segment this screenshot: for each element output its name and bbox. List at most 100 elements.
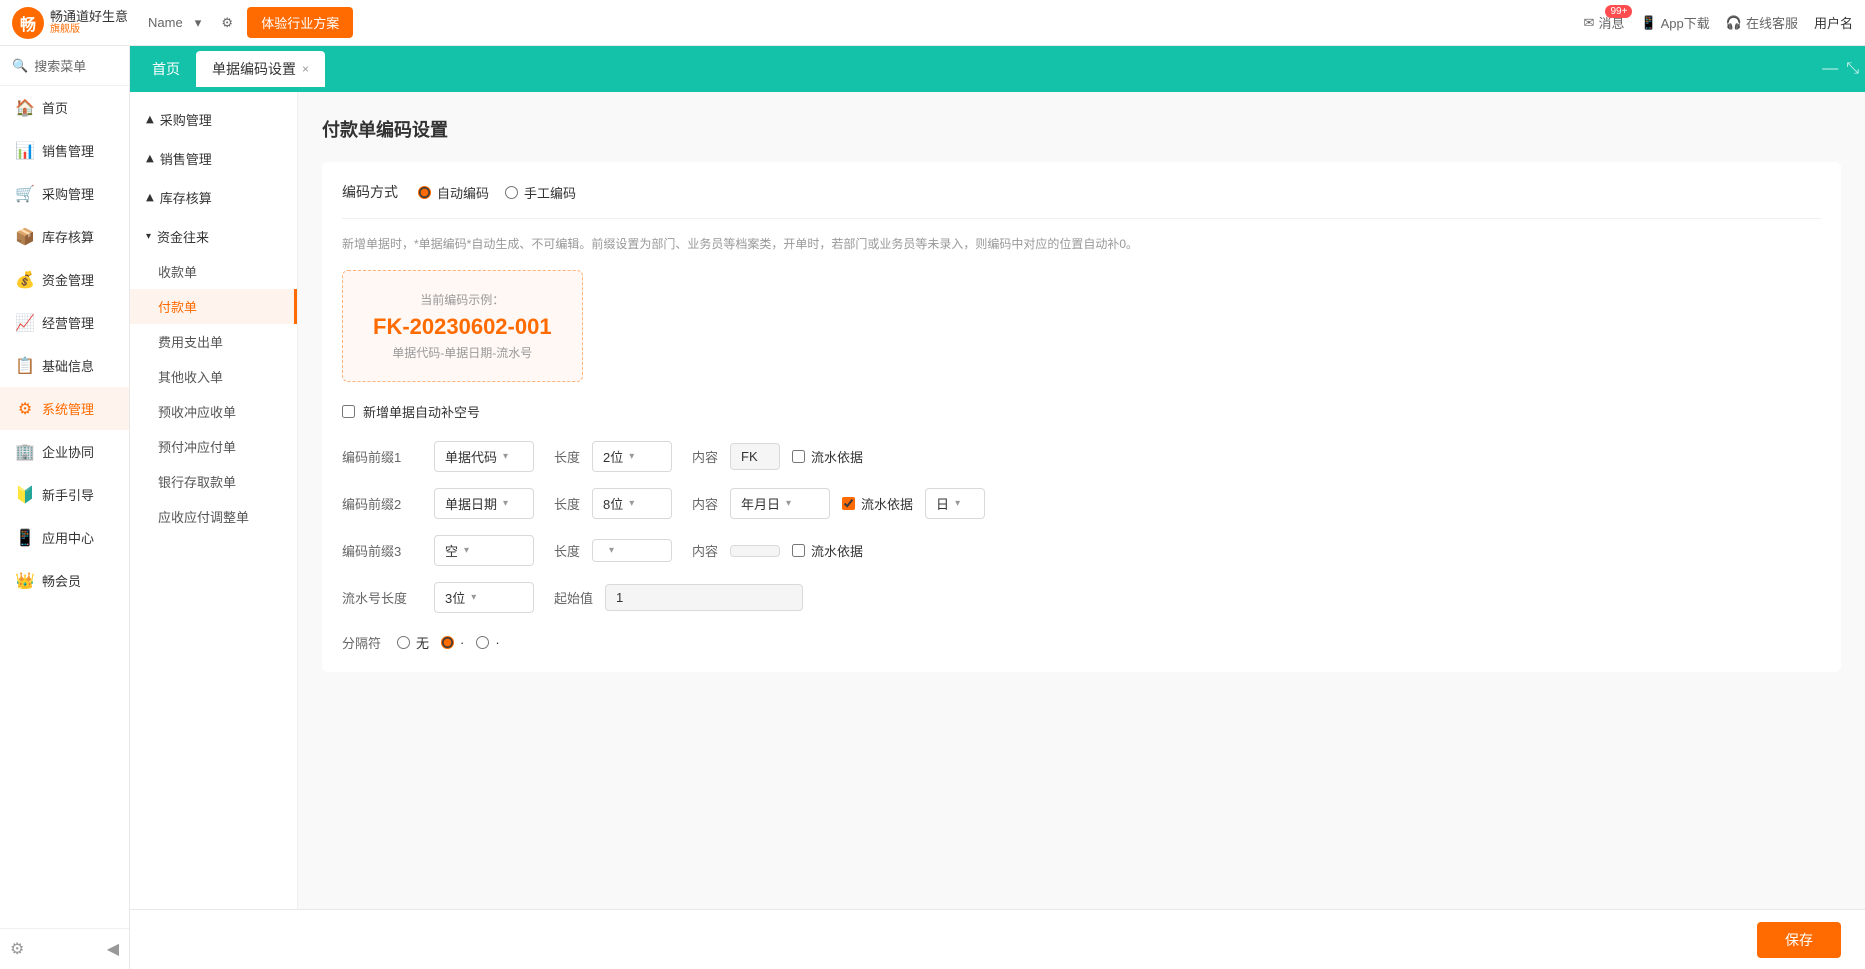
main-page: 付款单编码设置 编码方式 自动编码 手工编码	[298, 92, 1865, 909]
chevron-inventory-icon: ▶	[144, 194, 155, 202]
tab-maximize-button[interactable]: ⤡	[1846, 60, 1859, 78]
prefix2-length-chevron-icon: ▾	[629, 498, 634, 509]
sidebar-item-inventory[interactable]: 📦 库存核算	[0, 215, 129, 258]
serial-length-chevron-icon: ▾	[471, 592, 476, 603]
sep-dash-option[interactable]: ·	[476, 635, 499, 650]
prefix2-serial-checkbox[interactable]: 流水依据	[842, 494, 913, 513]
sidebar-item-enterprise[interactable]: 🏢 企业协同	[0, 430, 129, 473]
tab-close-button[interactable]: ×	[302, 62, 309, 76]
sidebar-item-operations[interactable]: 📈 经营管理	[0, 301, 129, 344]
sep-dot-option[interactable]: ·	[441, 635, 464, 650]
sub-nav-finance-header[interactable]: ▾ 资金往来	[130, 219, 297, 254]
sub-nav-group-purchase: ▶ 采购管理	[130, 102, 297, 137]
logo-text: 畅通道好生意 旗舰版	[50, 9, 128, 37]
logo: 畅 畅通道好生意 旗舰版	[12, 7, 128, 39]
sidebar-collapse-button[interactable]: ◀	[107, 939, 119, 959]
prefix1-content-label: 内容	[692, 447, 718, 466]
serial-length-select[interactable]: 3位 ▾	[434, 582, 534, 613]
sidebar-item-home[interactable]: 🏠 首页	[0, 86, 129, 129]
app-download-button[interactable]: 📱 App下载	[1640, 13, 1709, 32]
sidebar-settings-button[interactable]: ⚙	[10, 939, 24, 959]
online-service-button[interactable]: 🎧 在线客服	[1726, 13, 1798, 32]
sub-nav-receipt[interactable]: 收款单	[130, 254, 297, 289]
breadcrumb-dropdown[interactable]: ▾	[189, 13, 208, 33]
separator-options: 无 · ·	[397, 633, 500, 652]
system-icon: ⚙	[16, 400, 34, 418]
auto-fill-row: 新增单据自动补空号	[342, 402, 1821, 421]
prefix3-content-label: 内容	[692, 541, 718, 560]
sub-nav-prepay-recv[interactable]: 预收冲应收单	[130, 394, 297, 429]
message-badge: 99+	[1605, 5, 1632, 18]
prefix1-serial-input[interactable]	[792, 450, 805, 463]
sep-dot-radio[interactable]	[441, 636, 454, 649]
prefix1-select[interactable]: 单据代码 ▾	[434, 441, 534, 472]
bottom-bar: 保存	[130, 909, 1865, 969]
chevron-finance-icon: ▾	[146, 231, 151, 242]
tab-encoding-settings[interactable]: 单据编码设置 ×	[196, 51, 325, 87]
auto-fill-checkbox[interactable]	[342, 405, 355, 418]
prefix1-length-select[interactable]: 2位 ▾	[592, 441, 672, 472]
sidebar-item-member[interactable]: 👑 畅会员	[0, 559, 129, 602]
sub-nav-payment[interactable]: 付款单	[130, 289, 297, 324]
prefix2-serial-input[interactable]	[842, 497, 855, 510]
prefix3-length-select[interactable]: ▾	[592, 539, 672, 562]
message-button[interactable]: ✉ 消息 99+	[1584, 13, 1625, 32]
sidebar-item-finance[interactable]: 💰 资金管理	[0, 258, 129, 301]
sidebar-item-guide[interactable]: 🔰 新手引导	[0, 473, 129, 516]
prefix3-select[interactable]: 空 ▾	[434, 535, 534, 566]
sub-nav-ap-adjust[interactable]: 应收应付调整单	[130, 499, 297, 534]
manual-code-radio[interactable]: 手工编码	[505, 183, 576, 202]
prefix2-content-select[interactable]: 年月日 ▾	[730, 488, 830, 519]
search-menu[interactable]: 🔍 搜索菜单	[0, 46, 129, 86]
sub-nav-expense[interactable]: 费用支出单	[130, 324, 297, 359]
sub-nav-inventory-header[interactable]: ▶ 库存核算	[130, 180, 297, 215]
sidebar-item-basic[interactable]: 📋 基础信息	[0, 344, 129, 387]
breadcrumb: Name ▾ ⚙ 体验行业方案	[148, 7, 353, 38]
sidebar-item-sales[interactable]: 📊 销售管理	[0, 129, 129, 172]
inventory-icon: 📦	[16, 228, 34, 246]
prefix1-serial-checkbox[interactable]: 流水依据	[792, 447, 863, 466]
settings-card: 编码方式 自动编码 手工编码	[322, 162, 1841, 672]
sub-nav-income[interactable]: 其他收入单	[130, 359, 297, 394]
sep-none-option[interactable]: 无	[397, 633, 429, 652]
sub-nav-sales-header[interactable]: ▶ 销售管理	[130, 141, 297, 176]
home-icon: 🏠	[16, 99, 34, 117]
service-icon: 🎧	[1726, 15, 1742, 31]
prefix3-serial-checkbox[interactable]: 流水依据	[792, 541, 863, 560]
auto-code-radio[interactable]: 自动编码	[418, 183, 489, 202]
sep-none-radio[interactable]	[397, 636, 410, 649]
tab-minimize-button[interactable]: —	[1822, 60, 1838, 78]
sidebar-item-system[interactable]: ⚙ 系统管理	[0, 387, 129, 430]
username[interactable]: 用户名	[1814, 13, 1853, 32]
sub-nav-bank[interactable]: 银行存取款单	[130, 464, 297, 499]
sidebar-item-purchase[interactable]: 🛒 采购管理	[0, 172, 129, 215]
prefix1-content-value: FK	[730, 443, 780, 470]
prefix2-select[interactable]: 单据日期 ▾	[434, 488, 534, 519]
prefix2-row: 编码前缀2 单据日期 ▾ 长度 8位 ▾ 内容 年月日	[342, 488, 1821, 519]
prefix2-unit-chevron-icon: ▾	[955, 498, 960, 509]
sub-nav-purchase-header[interactable]: ▶ 采购管理	[130, 102, 297, 137]
settings-icon[interactable]: ⚙	[213, 9, 241, 37]
encoding-radio-group: 自动编码 手工编码	[418, 183, 576, 202]
sidebar-item-apps[interactable]: 📱 应用中心	[0, 516, 129, 559]
auto-code-radio-input[interactable]	[418, 186, 431, 199]
prefix2-serial-unit-select[interactable]: 日 ▾	[925, 488, 985, 519]
apps-icon: 📱	[16, 529, 34, 547]
save-button[interactable]: 保存	[1757, 922, 1841, 958]
sub-sidebar: ▶ 采购管理 ▶ 销售管理 ▶ 库存核算	[130, 92, 298, 909]
industry-button[interactable]: 体验行业方案	[247, 7, 353, 38]
preview-desc: 单据代码-单据日期-流水号	[373, 344, 552, 361]
prefix3-chevron-icon: ▾	[464, 545, 469, 556]
prefix3-serial-input[interactable]	[792, 544, 805, 557]
prefix2-length-select[interactable]: 8位 ▾	[592, 488, 672, 519]
serial-length-label: 流水号长度	[342, 588, 422, 607]
manual-code-radio-input[interactable]	[505, 186, 518, 199]
serial-start-input[interactable]	[605, 584, 803, 611]
sub-nav-prepay-pay[interactable]: 预付冲应付单	[130, 429, 297, 464]
sep-dash-radio[interactable]	[476, 636, 489, 649]
basic-icon: 📋	[16, 357, 34, 375]
serial-row: 流水号长度 3位 ▾ 起始值	[342, 582, 1821, 613]
sub-nav-group-sales: ▶ 销售管理	[130, 141, 297, 176]
info-text: 新增单据时，*单据编码*自动生成、不可编辑。前缀设置为部门、业务员等档案类，开单…	[342, 235, 1821, 254]
tab-home[interactable]: 首页	[136, 51, 196, 87]
